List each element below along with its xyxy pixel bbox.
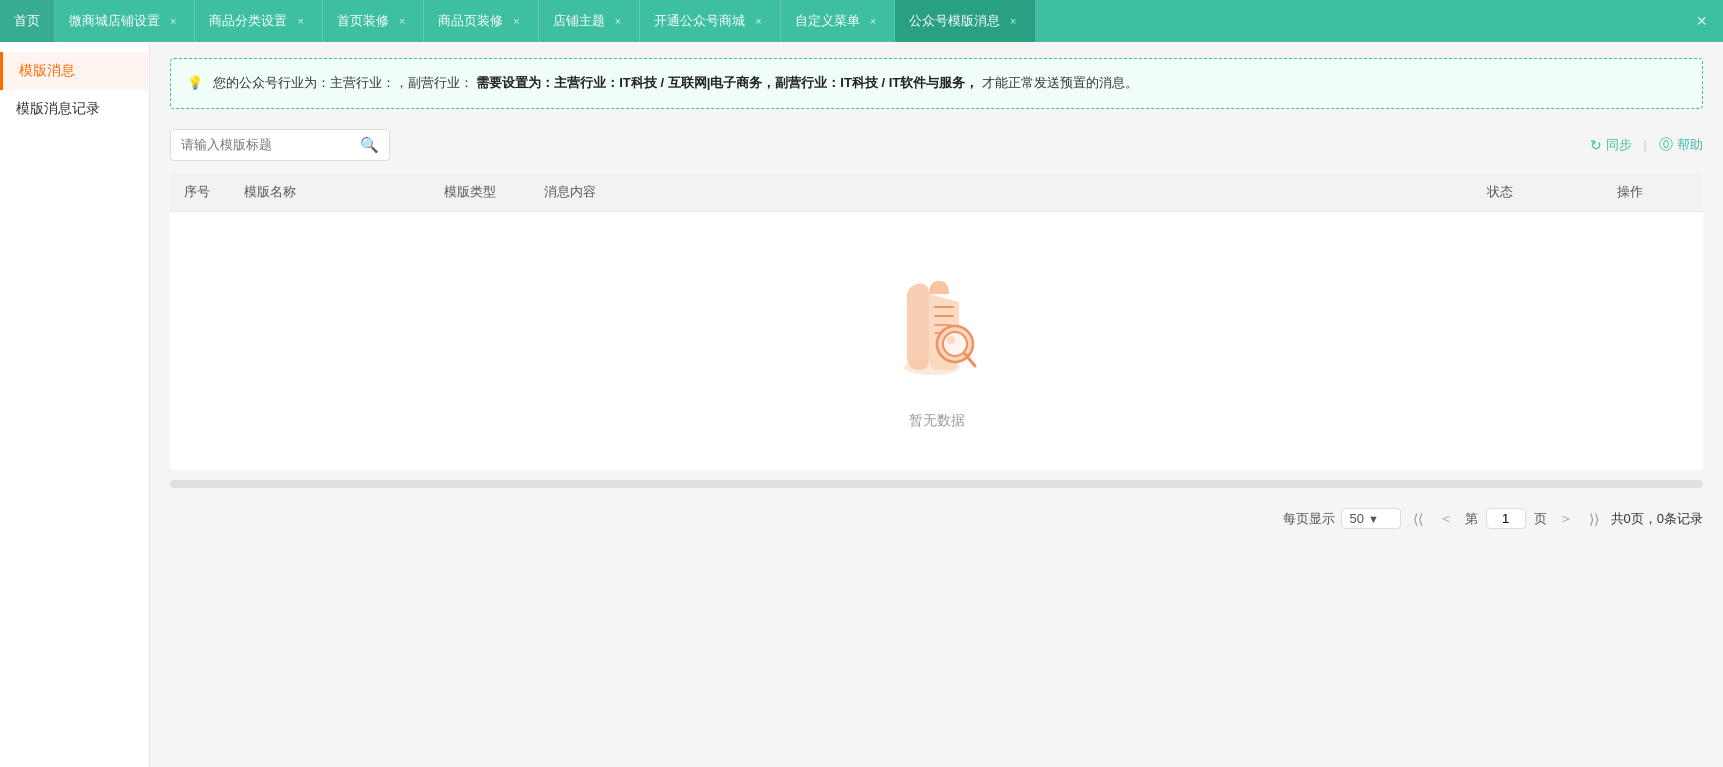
col-status: 状态 bbox=[1473, 173, 1603, 212]
page-label-prefix: 第 bbox=[1465, 510, 1478, 528]
search-input[interactable] bbox=[181, 137, 360, 152]
sidebar-item-template-message-record-label: 模版消息记录 bbox=[16, 100, 100, 116]
sync-icon: ↻ bbox=[1590, 137, 1602, 153]
page-nav-prev[interactable]: ＜ bbox=[1435, 508, 1457, 530]
notice-icon: 💡 bbox=[187, 75, 203, 90]
nav-tab-8-label: 公众号模版消息 bbox=[909, 12, 1000, 30]
nav-tab-7-close[interactable]: × bbox=[866, 13, 880, 29]
nav-tab-5-label: 店铺主题 bbox=[553, 12, 605, 30]
col-action: 操作 bbox=[1603, 173, 1703, 212]
nav-tab-5[interactable]: 店铺主题 × bbox=[539, 0, 640, 42]
page-nav-first[interactable]: ⟨⟨ bbox=[1409, 509, 1427, 529]
sidebar-item-template-message-label: 模版消息 bbox=[19, 62, 75, 78]
divider-pipe: | bbox=[1644, 137, 1647, 152]
svg-point-8 bbox=[947, 336, 955, 344]
empty-state: 暂无数据 bbox=[170, 212, 1703, 470]
horizontal-scrollbar[interactable] bbox=[170, 480, 1703, 488]
sidebar-item-template-message-record[interactable]: 模版消息记录 bbox=[0, 90, 149, 128]
search-icon[interactable]: 🔍 bbox=[360, 136, 379, 154]
sync-label: 同步 bbox=[1606, 136, 1632, 154]
nav-tab-1[interactable]: 微商城店铺设置 × bbox=[55, 0, 195, 42]
per-page-select: 每页显示 50 ▼ bbox=[1283, 508, 1401, 529]
nav-tab-6-label: 开通公众号商城 bbox=[654, 12, 745, 30]
help-button[interactable]: ⓪ 帮助 bbox=[1659, 136, 1703, 154]
col-name: 模版名称 bbox=[230, 173, 430, 212]
nav-tab-8[interactable]: 公众号模版消息 × bbox=[895, 0, 1035, 42]
nav-tab-4[interactable]: 商品页装修 × bbox=[424, 0, 538, 42]
pagination: 每页显示 50 ▼ ⟨⟨ ＜ 第 页 ＞ ⟩⟩ 共0页，0条记录 bbox=[170, 498, 1703, 540]
empty-illustration bbox=[877, 272, 997, 392]
nav-tab-3-close[interactable]: × bbox=[395, 13, 409, 29]
help-label: 帮助 bbox=[1677, 136, 1703, 154]
sync-button[interactable]: ↻ 同步 bbox=[1590, 136, 1632, 154]
col-type: 模版类型 bbox=[430, 173, 530, 212]
notice-prefix: 您的公众号行业为：主营行业：，副营行业： bbox=[213, 75, 473, 90]
top-nav: 首页 微商城店铺设置 × 商品分类设置 × 首页装修 × 商品页装修 × 店铺主… bbox=[0, 0, 1723, 42]
content-area: 💡 您的公众号行业为：主营行业：，副营行业： 需要设置为：主营行业：IT科技 /… bbox=[150, 42, 1723, 767]
nav-tab-5-close[interactable]: × bbox=[611, 13, 625, 29]
page-nav-next[interactable]: ＞ bbox=[1555, 508, 1577, 530]
svg-point-6 bbox=[943, 332, 967, 356]
notice-box: 💡 您的公众号行业为：主营行业：，副营行业： 需要设置为：主营行业：IT科技 /… bbox=[170, 58, 1703, 109]
nav-tab-2-label: 商品分类设置 bbox=[209, 12, 287, 30]
main-layout: 模版消息 模版消息记录 💡 您的公众号行业为：主营行业：，副营行业： 需要设置为… bbox=[0, 42, 1723, 767]
nav-tab-1-label: 微商城店铺设置 bbox=[69, 12, 160, 30]
nav-tab-6-close[interactable]: × bbox=[751, 13, 765, 29]
nav-tab-home-label: 首页 bbox=[14, 12, 40, 30]
search-row: 🔍 ↻ 同步 | ⓪ 帮助 bbox=[170, 129, 1703, 161]
nav-tab-home[interactable]: 首页 bbox=[0, 0, 55, 42]
notice-suffix: 才能正常发送预置的消息。 bbox=[982, 75, 1138, 90]
col-content: 消息内容 bbox=[530, 173, 1473, 212]
nav-tab-2[interactable]: 商品分类设置 × bbox=[195, 0, 322, 42]
empty-text: 暂无数据 bbox=[909, 412, 965, 430]
sidebar-item-template-message[interactable]: 模版消息 bbox=[0, 52, 149, 90]
help-icon: ⓪ bbox=[1659, 136, 1673, 154]
notice-highlight: 需要设置为：主营行业：IT科技 / 互联网|电子商务，副营行业：IT科技 / I… bbox=[476, 75, 978, 90]
nav-tab-4-close[interactable]: × bbox=[509, 13, 523, 29]
window-close-button[interactable]: × bbox=[1680, 0, 1723, 42]
table-empty-row: 暂无数据 bbox=[170, 211, 1703, 470]
search-input-wrap[interactable]: 🔍 bbox=[170, 129, 390, 161]
per-page-dropdown[interactable]: 50 ▼ bbox=[1341, 508, 1401, 529]
table-body: 暂无数据 bbox=[170, 211, 1703, 470]
per-page-label: 每页显示 bbox=[1283, 510, 1335, 528]
nav-tab-1-close[interactable]: × bbox=[166, 13, 180, 29]
page-nav-last[interactable]: ⟩⟩ bbox=[1585, 509, 1603, 529]
nav-tab-3[interactable]: 首页装修 × bbox=[323, 0, 424, 42]
nav-tab-3-label: 首页装修 bbox=[337, 12, 389, 30]
chevron-down-icon: ▼ bbox=[1368, 513, 1379, 525]
col-index: 序号 bbox=[170, 173, 230, 212]
nav-tab-8-close[interactable]: × bbox=[1006, 13, 1020, 29]
per-page-value: 50 bbox=[1350, 511, 1364, 526]
page-total: 共0页，0条记录 bbox=[1611, 510, 1703, 528]
page-input[interactable] bbox=[1486, 508, 1526, 529]
nav-tab-4-label: 商品页装修 bbox=[438, 12, 503, 30]
nav-tab-7-label: 自定义菜单 bbox=[795, 12, 860, 30]
table-header-row: 序号 模版名称 模版类型 消息内容 状态 操作 bbox=[170, 173, 1703, 212]
search-actions: ↻ 同步 | ⓪ 帮助 bbox=[1590, 136, 1703, 154]
data-table: 序号 模版名称 模版类型 消息内容 状态 操作 bbox=[170, 173, 1703, 470]
sidebar: 模版消息 模版消息记录 bbox=[0, 42, 150, 767]
nav-tab-6[interactable]: 开通公众号商城 × bbox=[640, 0, 780, 42]
page-label-suffix: 页 bbox=[1534, 510, 1547, 528]
nav-tab-2-close[interactable]: × bbox=[293, 13, 307, 29]
nav-tab-7[interactable]: 自定义菜单 × bbox=[781, 0, 895, 42]
